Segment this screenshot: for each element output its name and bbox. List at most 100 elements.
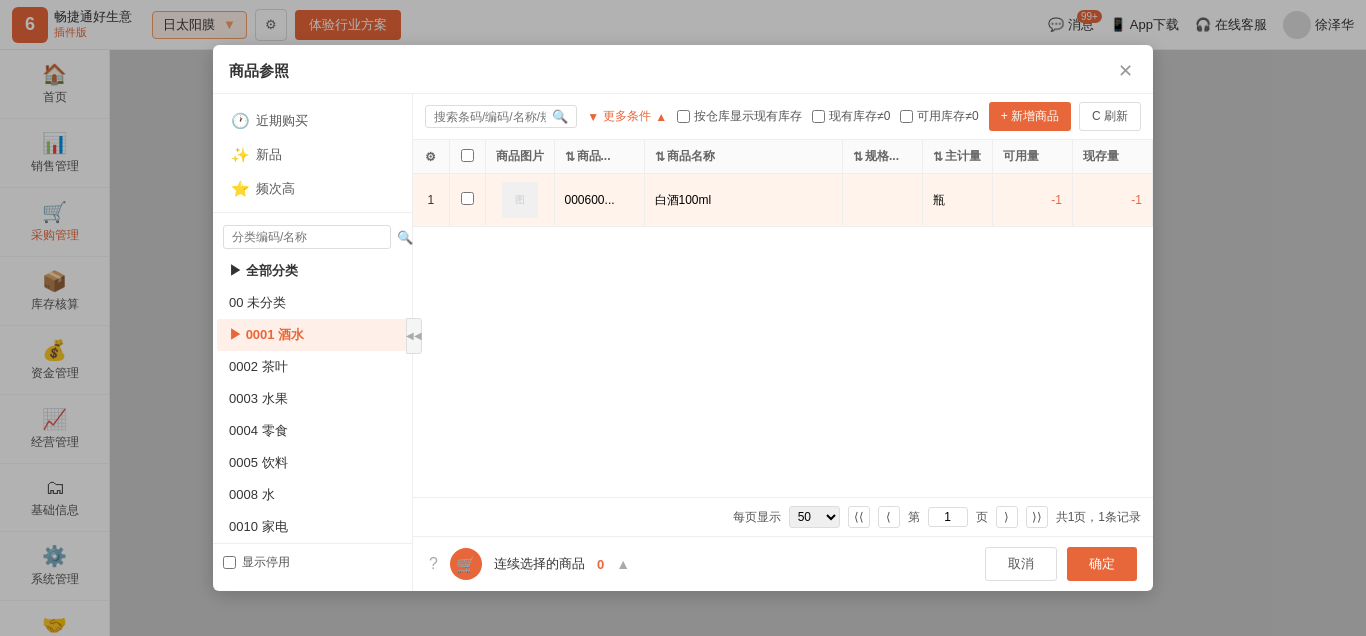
select-all-checkbox[interactable] — [461, 149, 474, 162]
clock-icon: 🕐 — [231, 112, 250, 130]
category-item-appliance[interactable]: 0010 家电 — [217, 511, 408, 543]
pagination: 每页显示 50 10 20 100 ⟨⟨ ⟨ 第 页 ⟩ ⟩⟩ 共1页，1条记录 — [413, 497, 1153, 536]
filter-by-warehouse-checkbox[interactable] — [677, 110, 690, 123]
filter-avail-nonzero-label[interactable]: 可用库存≠0 — [900, 108, 978, 125]
tab-new-products[interactable]: ✨ 新品 — [221, 138, 404, 172]
cart-icon[interactable]: 🛒 — [450, 548, 482, 580]
left-tabs: 🕐 近期购买 ✨ 新品 ⭐ 频次高 — [213, 104, 412, 206]
display-disabled-row: 显示停用 — [213, 543, 412, 581]
row-unit: 瓶 — [923, 174, 993, 227]
more-filter-button[interactable]: ▼ 更多条件 ▲ — [587, 108, 667, 125]
row-checkbox[interactable] — [461, 192, 474, 205]
confirm-button[interactable]: 确定 — [1067, 547, 1137, 581]
page-prev-button[interactable]: ⟨ — [878, 506, 900, 528]
modal-title: 商品参照 — [229, 62, 289, 81]
product-search-wrap: 🔍 — [425, 105, 577, 128]
page-unit: 页 — [976, 509, 988, 526]
table-row[interactable]: 1 图 000600... 白酒100ml 瓶 -1 -1 — [413, 174, 1153, 227]
filter-stock-nonzero-checkbox[interactable] — [812, 110, 825, 123]
add-product-button[interactable]: + 新增商品 — [989, 102, 1071, 131]
category-item-snack[interactable]: 0004 零食 — [217, 415, 408, 447]
th-settings[interactable]: ⚙ — [413, 140, 449, 174]
row-check[interactable] — [449, 174, 485, 227]
tab-new-label: 新品 — [256, 146, 282, 164]
th-check[interactable] — [449, 140, 485, 174]
tab-frequent[interactable]: ⭐ 频次高 — [221, 172, 404, 206]
tab-frequent-label: 频次高 — [256, 180, 295, 198]
cancel-button[interactable]: 取消 — [985, 547, 1057, 581]
footer-actions: 取消 确定 — [985, 547, 1137, 581]
modal-body: 🕐 近期购买 ✨ 新品 ⭐ 频次高 🔍 — [213, 94, 1153, 591]
page-next-button[interactable]: ⟩ — [996, 506, 1018, 528]
selected-count: 0 — [597, 557, 604, 572]
product-table-wrap: ⚙ 商品图片 ⇅商品... ⇅商品名称 — [413, 140, 1153, 497]
category-list: ▶ 全部分类 00 未分类 ▶ 0001 酒水 0002 茶叶 0003 水果 — [213, 255, 412, 543]
th-unit[interactable]: ⇅主计量 — [923, 140, 993, 174]
row-avail: -1 — [993, 174, 1073, 227]
product-image-placeholder: 图 — [502, 182, 538, 218]
expand-icon[interactable]: ▲ — [616, 556, 630, 572]
product-table: ⚙ 商品图片 ⇅商品... ⇅商品名称 — [413, 140, 1153, 227]
row-stock: -1 — [1073, 174, 1153, 227]
modal-right-panel: 🔍 ▼ 更多条件 ▲ 按仓库显示现有库存 现有库存≠0 — [413, 94, 1153, 591]
modal-header: 商品参照 ✕ — [213, 45, 1153, 94]
category-item-all[interactable]: ▶ 全部分类 — [217, 255, 408, 287]
page-last-button[interactable]: ⟩⟩ — [1026, 506, 1048, 528]
row-name: 白酒100ml — [644, 174, 843, 227]
filter-icon: ▼ — [587, 110, 599, 124]
category-item-water[interactable]: 0008 水 — [217, 479, 408, 511]
table-header-row: ⚙ 商品图片 ⇅商品... ⇅商品名称 — [413, 140, 1153, 174]
display-disabled-checkbox[interactable] — [223, 556, 236, 569]
row-code: 000600... — [554, 174, 644, 227]
category-item-liquor[interactable]: ▶ 0001 酒水 — [217, 319, 408, 351]
category-item-drink[interactable]: 0005 饮料 — [217, 447, 408, 479]
th-avail[interactable]: 可用量 — [993, 140, 1073, 174]
page-label: 第 — [908, 509, 920, 526]
tab-recent-purchase[interactable]: 🕐 近期购买 — [221, 104, 404, 138]
row-img: 图 — [485, 174, 554, 227]
modal-footer: ? 🛒 连续选择的商品 0 ▲ 取消 确定 — [413, 536, 1153, 591]
toolbar-actions: + 新增商品 C 刷新 — [989, 102, 1141, 131]
filter-by-warehouse-label[interactable]: 按仓库显示现有库存 — [677, 108, 802, 125]
page-total: 共1页，1条记录 — [1056, 509, 1141, 526]
modal-overlay: 商品参照 ✕ 🕐 近期购买 ✨ 新品 ⭐ 频次高 — [0, 0, 1366, 636]
category-item-fruit[interactable]: 0003 水果 — [217, 383, 408, 415]
filter-stock-nonzero-label[interactable]: 现有库存≠0 — [812, 108, 890, 125]
display-disabled-label: 显示停用 — [242, 554, 290, 571]
category-search-icon[interactable]: 🔍 — [397, 230, 413, 245]
th-spec[interactable]: ⇅规格... — [843, 140, 923, 174]
new-icon: ✨ — [231, 146, 250, 164]
category-search-input[interactable] — [223, 225, 391, 249]
left-divider — [213, 212, 412, 213]
page-number-input[interactable] — [928, 507, 968, 527]
modal-left-panel: 🕐 近期购买 ✨ 新品 ⭐ 频次高 🔍 — [213, 94, 413, 591]
per-page-select[interactable]: 50 10 20 100 — [789, 506, 840, 528]
th-stock[interactable]: 现存量 — [1073, 140, 1153, 174]
sort-icon3: ⇅ — [853, 150, 863, 164]
modal-toolbar: 🔍 ▼ 更多条件 ▲ 按仓库显示现有库存 现有库存≠0 — [413, 94, 1153, 140]
row-num: 1 — [413, 174, 449, 227]
category-search-row: 🔍 — [213, 219, 412, 255]
row-spec — [843, 174, 923, 227]
th-image: 商品图片 — [485, 140, 554, 174]
filter-avail-nonzero-checkbox[interactable] — [900, 110, 913, 123]
chevron-up-icon: ▲ — [655, 110, 667, 124]
selected-label: 连续选择的商品 — [494, 555, 585, 573]
refresh-button[interactable]: C 刷新 — [1079, 102, 1141, 131]
left-panel-collapse-button[interactable]: ◀◀ — [406, 318, 422, 354]
th-code[interactable]: ⇅商品... — [554, 140, 644, 174]
product-reference-modal: 商品参照 ✕ 🕐 近期购买 ✨ 新品 ⭐ 频次高 — [213, 45, 1153, 591]
product-search-input[interactable] — [434, 110, 546, 124]
per-page-label: 每页显示 — [733, 509, 781, 526]
category-item-unclassified[interactable]: 00 未分类 — [217, 287, 408, 319]
search-icon: 🔍 — [552, 109, 568, 124]
th-name[interactable]: ⇅商品名称 — [644, 140, 843, 174]
sort-icon: ⇅ — [565, 150, 575, 164]
modal-close-button[interactable]: ✕ — [1113, 59, 1137, 83]
category-item-tea[interactable]: 0002 茶叶 — [217, 351, 408, 383]
tab-recent-label: 近期购买 — [256, 112, 308, 130]
sort-icon2: ⇅ — [655, 150, 665, 164]
sort-icon4: ⇅ — [933, 150, 943, 164]
help-icon[interactable]: ? — [429, 555, 438, 573]
page-first-button[interactable]: ⟨⟨ — [848, 506, 870, 528]
